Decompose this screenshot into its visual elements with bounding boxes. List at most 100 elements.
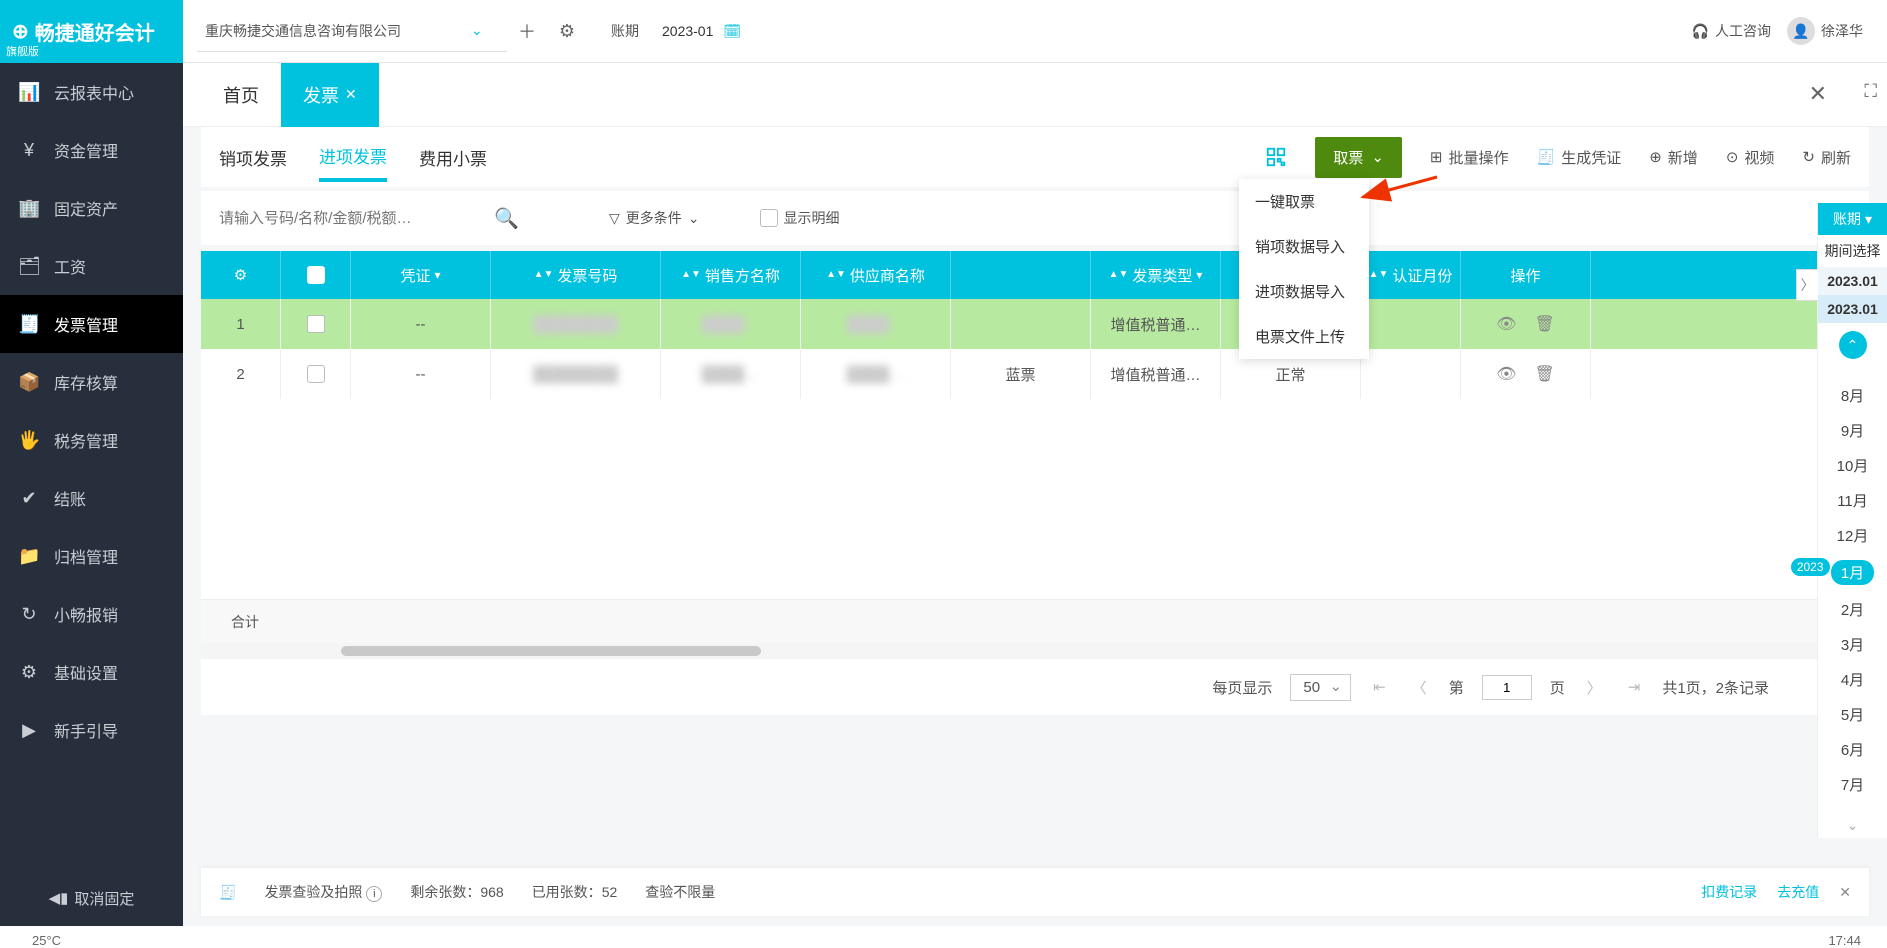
panel-collapse[interactable]: 〉 xyxy=(1796,269,1818,301)
next-page[interactable]: 〉 xyxy=(1583,677,1606,698)
sidebar-item-archive[interactable]: 📁归档管理 xyxy=(0,527,183,585)
sidebar-item-settings[interactable]: ⚙基础设置 xyxy=(0,643,183,701)
sidebar-item-inventory[interactable]: 📦库存核算 xyxy=(0,353,183,411)
close-icon[interactable]: ✕ xyxy=(345,86,357,103)
refresh-button[interactable]: ↻刷新 xyxy=(1802,147,1851,168)
close-all-button[interactable]: ✕ xyxy=(1809,81,1827,107)
sidebar-item-label: 新手引导 xyxy=(54,718,118,742)
month-option[interactable]: 6月 xyxy=(1841,739,1864,760)
sidebar-item-asset[interactable]: 🏢固定资产 xyxy=(0,179,183,237)
add-button[interactable]: ⊕新增 xyxy=(1649,147,1698,168)
sidebar-item-salary[interactable]: 🗂工资 xyxy=(0,237,183,295)
view-icon[interactable]: 👁 xyxy=(1496,364,1516,384)
page-input[interactable] xyxy=(1482,675,1532,700)
period-label: 账期 xyxy=(611,21,639,41)
month-option[interactable]: 8月 xyxy=(1841,385,1864,406)
gen-voucher-button[interactable]: 🧾生成凭证 xyxy=(1537,147,1622,168)
table-row[interactable]: 1 -- ████████ ████… ████… 增值税普通… 正常 👁🗑 xyxy=(201,299,1869,349)
search-input[interactable] xyxy=(219,210,486,227)
sidebar-pin-toggle[interactable]: ◀▮取消固定 xyxy=(0,878,183,918)
search-icon[interactable]: 🔍 xyxy=(494,206,519,231)
recharge-link[interactable]: 去充值 xyxy=(1777,882,1819,902)
month-option[interactable]: 11月 xyxy=(1837,490,1868,511)
sidebar-item-expense[interactable]: ↻小畅报销 xyxy=(0,585,183,643)
settings-icon[interactable]: ⚙ xyxy=(547,21,587,42)
sidebar-item-fund[interactable]: ¥资金管理 xyxy=(0,121,183,179)
th-voucher[interactable]: 凭证▾ xyxy=(351,251,491,299)
dropdown-sales-import[interactable]: 销项数据导入 xyxy=(1239,224,1369,269)
sidebar-item-close[interactable]: ✔结账 xyxy=(0,469,183,527)
th-number[interactable]: ▲▼发票号码 xyxy=(491,251,661,299)
table-row[interactable]: 2 -- ████████ ████… ████… 蓝票 增值税普通… 正常 👁… xyxy=(201,349,1869,399)
row-checkbox[interactable] xyxy=(281,349,351,399)
month-option[interactable]: 3月 xyxy=(1841,634,1864,655)
year-option[interactable]: 2023.01 xyxy=(1818,295,1887,323)
month-option-active[interactable]: 20231月 xyxy=(1831,560,1874,585)
expand-button[interactable]: ⛶ xyxy=(1864,81,1877,102)
dropdown-purchase-import[interactable]: 进项数据导入 xyxy=(1239,269,1369,314)
month-option[interactable]: 4月 xyxy=(1841,669,1864,690)
cell-seller: ████… xyxy=(661,299,801,349)
sidebar-item-tax[interactable]: 🖐税务管理 xyxy=(0,411,183,469)
play-icon: ▶ xyxy=(18,720,40,741)
period-panel-head[interactable]: 账期▾ xyxy=(1818,203,1887,235)
th-type[interactable]: ▲▼发票类型▾ xyxy=(1091,251,1221,299)
batch-button[interactable]: ⊞批量操作 xyxy=(1430,147,1509,168)
th-settings[interactable]: ⚙ xyxy=(201,251,281,299)
refresh-icon: ↻ xyxy=(1802,148,1815,166)
prev-page[interactable]: 〈 xyxy=(1408,677,1431,698)
info-icon[interactable]: i xyxy=(366,886,382,902)
delete-icon[interactable]: 🗑 xyxy=(1535,364,1555,384)
scrollbar-thumb[interactable] xyxy=(341,646,761,656)
get-invoice-button[interactable]: 取票⌄ xyxy=(1315,137,1402,178)
pin-label: 取消固定 xyxy=(74,888,134,909)
deduct-link[interactable]: 扣费记录 xyxy=(1701,882,1757,902)
th-supplier[interactable]: ▲▼供应商名称 xyxy=(801,251,951,299)
dropdown-efile-upload[interactable]: 电票文件上传 xyxy=(1239,314,1369,359)
scroll-top-icon[interactable]: ⌃ xyxy=(1839,331,1867,359)
tab-invoice[interactable]: 发票 ✕ xyxy=(281,63,379,127)
dropdown-one-click[interactable]: 一键取票 xyxy=(1239,179,1369,224)
video-button[interactable]: ⊙视频 xyxy=(1726,147,1775,168)
view-icon[interactable]: 👁 xyxy=(1496,314,1516,334)
building-icon: 🏢 xyxy=(18,198,40,219)
scroll-down-icon[interactable]: ⌄ xyxy=(1818,813,1887,838)
sidebar-item-guide[interactable]: ▶ 新手引导 xyxy=(0,701,183,759)
first-page[interactable]: ⇤ xyxy=(1369,678,1390,696)
month-option[interactable]: 2月 xyxy=(1841,599,1864,620)
subtab-purchase[interactable]: 进项发票 xyxy=(319,133,387,182)
user-menu[interactable]: 👤 徐泽华 xyxy=(1787,17,1863,45)
th-seller[interactable]: ▲▼销售方名称 xyxy=(661,251,801,299)
add-tab-button[interactable]: ＋ xyxy=(507,18,547,44)
page-size-select[interactable]: 50 xyxy=(1290,674,1351,701)
close-footer[interactable]: ✕ xyxy=(1839,884,1851,901)
th-select-all[interactable] xyxy=(281,251,351,299)
delete-icon[interactable]: 🗑 xyxy=(1535,314,1555,334)
horizontal-scrollbar[interactable] xyxy=(201,643,1869,659)
last-page[interactable]: ⇥ xyxy=(1624,678,1645,696)
th-auth[interactable]: ▲▼认证月份 xyxy=(1361,251,1461,299)
invoice-check-link[interactable]: 发票查验及拍照 i xyxy=(264,882,382,902)
month-option[interactable]: 12月 xyxy=(1837,525,1869,546)
tab-label: 发票 xyxy=(303,82,339,108)
customer-service[interactable]: 🎧 人工咨询 xyxy=(1692,21,1771,41)
month-option[interactable]: 7月 xyxy=(1841,774,1864,795)
month-option[interactable]: 10月 xyxy=(1837,455,1869,476)
company-select[interactable]: 重庆畅捷交通信息咨询有限公司 ⌄ xyxy=(197,10,507,52)
more-conditions[interactable]: ▽更多条件⌄ xyxy=(609,208,700,228)
period-picker[interactable]: 2023-01 🗓 xyxy=(651,18,752,45)
show-detail-checkbox[interactable]: 显示明细 xyxy=(760,208,840,228)
sort-icon: ▲▼ xyxy=(1109,271,1129,279)
row-checkbox[interactable] xyxy=(281,299,351,349)
calendar-icon: 🗓 xyxy=(723,23,741,40)
subtab-sales[interactable]: 销项发票 xyxy=(219,135,287,180)
month-option[interactable]: 9月 xyxy=(1841,420,1864,441)
sidebar-item-invoice[interactable]: 🧾发票管理 xyxy=(0,295,183,353)
th-color[interactable] xyxy=(951,251,1091,299)
qr-icon[interactable] xyxy=(1265,146,1287,168)
sidebar-item-report[interactable]: 📊云报表中心 xyxy=(0,63,183,121)
month-option[interactable]: 5月 xyxy=(1841,704,1864,725)
subtab-expense[interactable]: 费用小票 xyxy=(419,135,487,180)
tab-home[interactable]: 首页 xyxy=(201,63,281,127)
year-option[interactable]: 2023.01 xyxy=(1818,267,1887,295)
